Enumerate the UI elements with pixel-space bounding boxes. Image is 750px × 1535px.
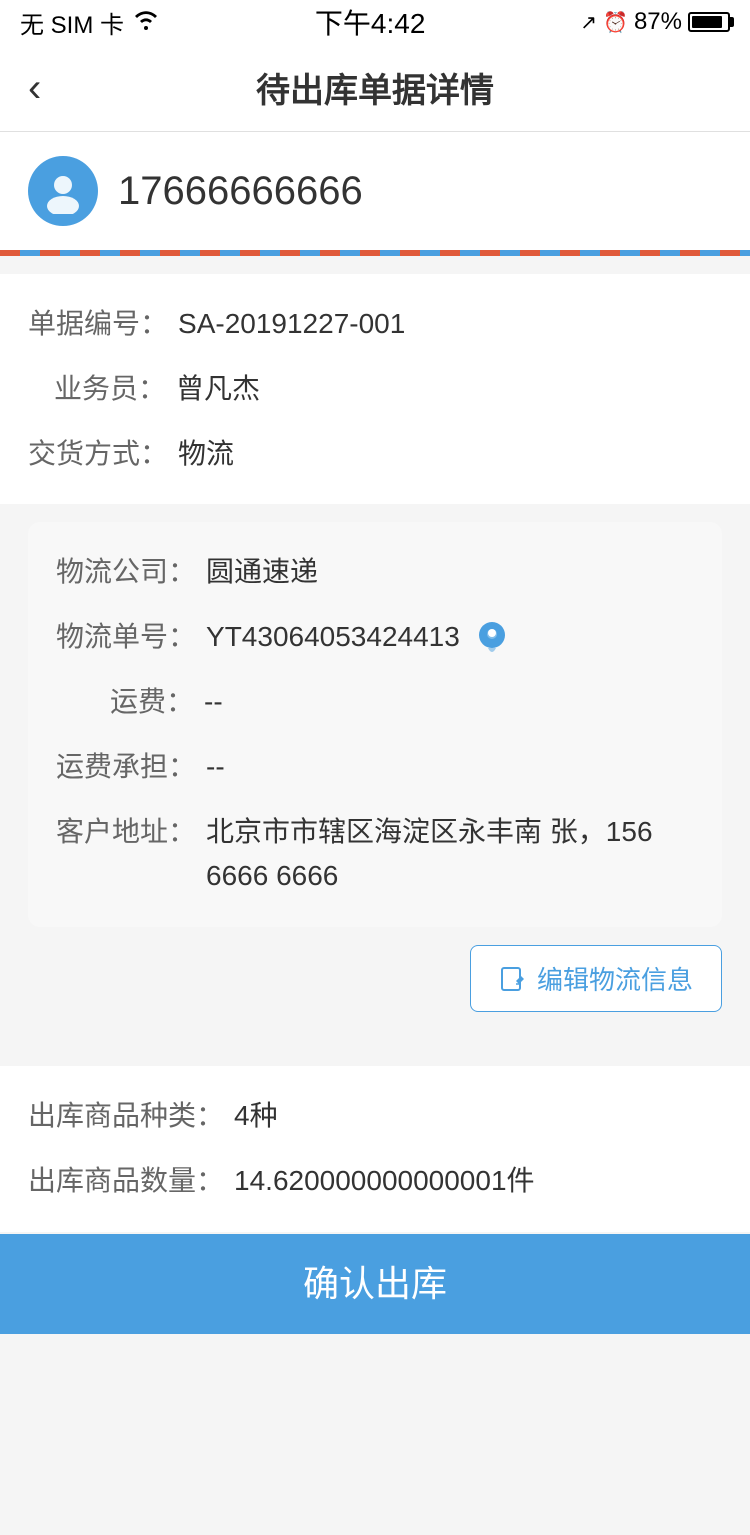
logistics-company-label: 物流公司： <box>56 550 206 595</box>
address-value: 北京市市辖区海淀区永丰南 张，156 6666 6666 <box>206 810 694 900</box>
order-no-row: 单据编号： SA-20191227-001 <box>28 302 722 347</box>
confirm-outbound-button[interactable]: 确认出库 <box>0 1234 750 1334</box>
address-row: 客户地址： 北京市市辖区海淀区永丰南 张，156 6666 6666 <box>56 810 694 900</box>
delivery-method-label: 交货方式： <box>28 432 178 477</box>
order-no-label: 单据编号： <box>28 302 178 347</box>
battery-icon <box>688 12 730 32</box>
wifi-icon <box>132 8 160 37</box>
salesperson-value: 曾凡杰 <box>176 367 722 412</box>
freight-label: 运费： <box>56 680 204 725</box>
status-left: 无 SIM 卡 <box>20 5 160 40</box>
edit-icon <box>499 965 527 993</box>
order-no-value: SA-20191227-001 <box>178 302 722 347</box>
freight-bearer-label: 运费承担： <box>56 745 206 790</box>
section-separator <box>0 1030 750 1048</box>
salesperson-row: 业务员： 曾凡杰 <box>28 367 722 412</box>
nav-bar: ‹ 待出库单据详情 <box>0 44 750 132</box>
carrier-label: 无 SIM 卡 <box>20 5 124 40</box>
confirm-btn-wrap: 确认出库 <box>0 1234 750 1334</box>
bottom-empty <box>0 1335 750 1535</box>
logistics-card: 物流公司： 圆通速递 物流单号： YT43064053424413 运费： --… <box>28 522 722 927</box>
freight-bearer-value: -- <box>206 745 694 790</box>
address-label: 客户地址： <box>56 810 206 855</box>
back-button[interactable]: ‹ <box>28 68 41 108</box>
freight-row: 运费： -- <box>56 680 694 725</box>
location-status-icon: ↗ <box>580 10 597 35</box>
freight-value: -- <box>204 680 694 725</box>
logistics-company-row: 物流公司： 圆通速递 <box>56 550 694 595</box>
quantity-row: 出库商品数量： 14.620000000000001件 <box>28 1159 722 1204</box>
types-label: 出库商品种类： <box>28 1094 234 1139</box>
tracking-no-value: YT43064053424413 <box>206 615 694 660</box>
map-location-icon[interactable] <box>474 620 510 656</box>
user-phone: 17666666666 <box>118 169 363 214</box>
status-right: ↗ ⏰ 87% <box>580 8 730 36</box>
status-bar: 无 SIM 卡 下午4:42 ↗ ⏰ 87% <box>0 0 750 44</box>
page-title: 待出库单据详情 <box>256 63 494 112</box>
logistics-company-value: 圆通速递 <box>206 550 694 595</box>
tracking-no-label: 物流单号： <box>56 615 206 660</box>
tracking-no-row: 物流单号： YT43064053424413 <box>56 615 694 660</box>
delivery-method-value: 物流 <box>178 432 722 477</box>
types-value: 4种 <box>234 1094 722 1139</box>
user-header: 17666666666 <box>0 132 750 250</box>
quantity-label: 出库商品数量： <box>28 1159 234 1204</box>
edit-logistics-button[interactable]: 编辑物流信息 <box>470 945 722 1012</box>
freight-bearer-row: 运费承担： -- <box>56 745 694 790</box>
outbound-info-section: 出库商品种类： 4种 出库商品数量： 14.620000000000001件 <box>0 1066 750 1232</box>
battery-percent: 87% <box>634 8 682 36</box>
edit-logistics-wrap: 编辑物流信息 <box>0 927 750 1030</box>
salesperson-label: 业务员： <box>28 367 176 412</box>
avatar-icon <box>40 168 86 214</box>
alarm-icon: ⏰ <box>603 10 628 35</box>
types-row: 出库商品种类： 4种 <box>28 1094 722 1139</box>
quantity-value: 14.620000000000001件 <box>234 1159 722 1204</box>
basic-info-section: 单据编号： SA-20191227-001 业务员： 曾凡杰 交货方式： 物流 <box>0 274 750 504</box>
dashed-divider <box>0 250 750 256</box>
delivery-method-row: 交货方式： 物流 <box>28 432 722 477</box>
avatar <box>28 156 98 226</box>
status-time: 下午4:42 <box>315 2 426 42</box>
